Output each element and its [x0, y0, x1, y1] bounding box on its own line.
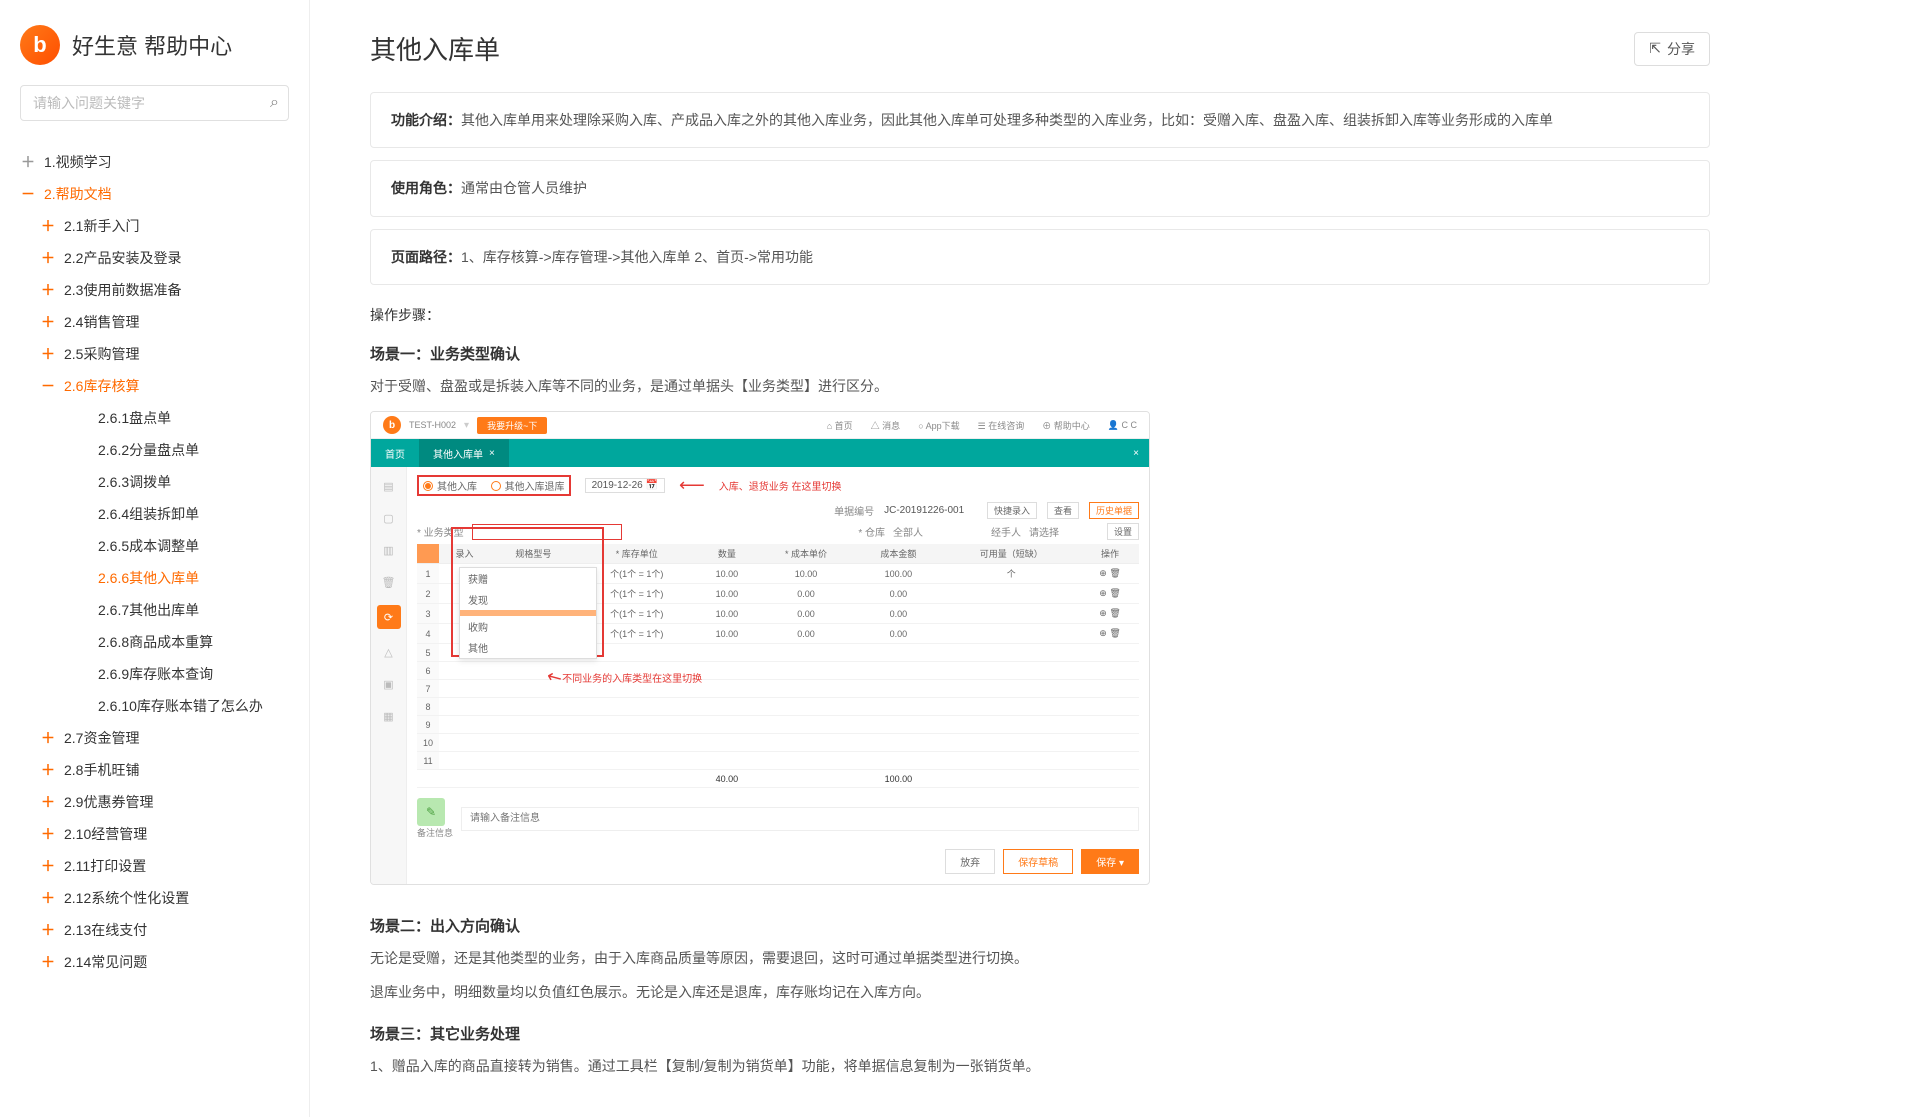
share-button[interactable]: ⇱分享: [1634, 32, 1710, 66]
close-icon[interactable]: ×: [489, 448, 495, 459]
path-box: 页面路径：1、库存核算->库存管理->其他入库单 2、首页->常用功能: [370, 229, 1710, 285]
settings-button[interactable]: 设置: [1107, 523, 1139, 540]
intro-box: 功能介绍：其他入库单用来处理除采购入库、产成品入库之外的其他入库业务，因此其他入…: [370, 92, 1710, 148]
mini-logo-icon: b: [383, 416, 401, 434]
save-draft-button[interactable]: 保存草稿: [1003, 849, 1073, 874]
tab-doc[interactable]: 其他入库单×: [419, 439, 509, 467]
top-alert[interactable]: △ 消息: [871, 419, 901, 432]
logo-icon: b: [20, 25, 60, 65]
nav-2-6-3[interactable]: 2.6.3调拨单: [98, 466, 289, 498]
rail-icon[interactable]: ▥: [380, 541, 398, 559]
scenario-3-p1: 1、赠品入库的商品直接转为销售。通过工具栏【复制/复制为销货单】功能，将单据信息…: [370, 1054, 1710, 1079]
biz-type-dropdown: 获赠 发现 收购 其他: [459, 567, 597, 659]
date-field[interactable]: 2019-12-26 📅: [585, 478, 665, 493]
nav-2-3[interactable]: ＋2.3使用前数据准备: [40, 274, 289, 306]
rail-icon[interactable]: ▣: [380, 675, 398, 693]
steps-label: 操作步骤：: [370, 305, 1710, 325]
hint-2: 不同业务的入库类型在这里切换: [562, 670, 702, 685]
nav-2-6-1[interactable]: 2.6.1盘点单: [98, 402, 289, 434]
rail-icon[interactable]: 🗑: [380, 573, 398, 591]
nav-2-7[interactable]: ＋2.7资金管理: [40, 722, 289, 754]
nav-2-6-7[interactable]: 2.6.7其他出库单: [98, 594, 289, 626]
dropdown-option[interactable]: 收购: [460, 616, 596, 637]
nav-2-6-8[interactable]: 2.6.8商品成本重算: [98, 626, 289, 658]
rail-icon[interactable]: ▢: [380, 509, 398, 527]
memo-icon: ✎: [417, 798, 445, 826]
tab-close-all[interactable]: ×: [1123, 448, 1149, 459]
scenario-2-p2: 退库业务中，明细数量均以负值红色展示。无论是入库还是退库，库存账均记在入库方向。: [370, 980, 1710, 1005]
nav-2-6-10[interactable]: 2.6.10库存账本错了怎么办: [98, 690, 289, 722]
scenario-1-text: 对于受赠、盘盈或是拆装入库等不同的业务，是通过单据头【业务类型】进行区分。: [370, 374, 1710, 399]
view-button[interactable]: 查看: [1047, 502, 1079, 519]
screenshot-1: b TEST-H002 ▾ 我要升级~下 ⌂ 首页 △ 消息 ○ App下载 ☰…: [370, 411, 1150, 885]
tab-home[interactable]: 首页: [371, 439, 419, 467]
brand-title: 好生意 帮助中心: [72, 29, 232, 61]
rail-icon[interactable]: ⟳: [377, 605, 401, 629]
nav-2-5[interactable]: ＋2.5采购管理: [40, 338, 289, 370]
page-title: 其他入库单: [370, 30, 500, 67]
biz-type-select[interactable]: [472, 524, 622, 540]
nav-2-14[interactable]: ＋2.14常见问题: [40, 946, 289, 978]
fast-entry-button[interactable]: 快捷录入: [987, 502, 1037, 519]
shot-env: TEST-H002: [409, 420, 456, 430]
search-input[interactable]: [20, 85, 289, 121]
nav-tree: ＋1.视频学习 －2.帮助文档 ＋2.1新手入门 ＋2.2产品安装及登录 ＋2.…: [20, 146, 289, 978]
rail-icon[interactable]: △: [380, 643, 398, 661]
dropdown-option[interactable]: 发现: [460, 589, 596, 610]
top-app[interactable]: ○ App下载: [918, 419, 959, 432]
avatar[interactable]: 👤 C C: [1108, 420, 1137, 431]
share-icon: ⇱: [1649, 40, 1661, 57]
top-help[interactable]: ⊕ 帮助中心: [1042, 419, 1090, 432]
dropdown-option[interactable]: 获赠: [460, 568, 596, 589]
scenario-3-heading: 场景三：其它业务处理: [370, 1023, 1710, 1044]
sidebar: b 好生意 帮助中心 ⌕ ＋1.视频学习 －2.帮助文档 ＋2.1新手入门 ＋2…: [0, 0, 310, 1117]
search-icon[interactable]: ⌕: [270, 94, 279, 112]
nav-2-6[interactable]: －2.6库存核算: [40, 370, 289, 402]
nav-2-6-2[interactable]: 2.6.2分量盘点单: [98, 434, 289, 466]
memo-input[interactable]: [461, 807, 1139, 831]
scenario-1-heading: 场景一：业务类型确认: [370, 343, 1710, 364]
save-button[interactable]: 保存 ▾: [1081, 849, 1139, 874]
nav-2-6-4[interactable]: 2.6.4组装拆卸单: [98, 498, 289, 530]
nav-2-8[interactable]: ＋2.8手机旺铺: [40, 754, 289, 786]
nav-video[interactable]: ＋1.视频学习: [20, 146, 289, 178]
nav-help-docs[interactable]: －2.帮助文档: [20, 178, 289, 210]
nav-2-12[interactable]: ＋2.12系统个性化设置: [40, 882, 289, 914]
nav-2-9[interactable]: ＋2.9优惠券管理: [40, 786, 289, 818]
discard-button[interactable]: 放弃: [945, 849, 995, 874]
nav-2-6-5[interactable]: 2.6.5成本调整单: [98, 530, 289, 562]
rail-icon[interactable]: ▦: [380, 707, 398, 725]
scenario-2-p1: 无论是受赠，还是其他类型的业务，由于入库商品质量等原因，需要退回，这时可通过单据…: [370, 946, 1710, 971]
top-home[interactable]: ⌂ 首页: [827, 419, 853, 432]
brand: b 好生意 帮助中心: [20, 25, 289, 65]
role-box: 使用角色：通常由仓管人员维护: [370, 160, 1710, 216]
nav-2-1[interactable]: ＋2.1新手入门: [40, 210, 289, 242]
upgrade-button[interactable]: 我要升级~下: [477, 417, 547, 434]
nav-2-6-9[interactable]: 2.6.9库存账本查询: [98, 658, 289, 690]
nav-2-2[interactable]: ＋2.2产品安装及登录: [40, 242, 289, 274]
dropdown-option[interactable]: 其他: [460, 637, 596, 658]
history-button[interactable]: 历史单据: [1089, 502, 1139, 519]
nav-2-4[interactable]: ＋2.4销售管理: [40, 306, 289, 338]
nav-2-11[interactable]: ＋2.11打印设置: [40, 850, 289, 882]
nav-2-10[interactable]: ＋2.10经营管理: [40, 818, 289, 850]
content: 其他入库单 ⇱分享 功能介绍：其他入库单用来处理除采购入库、产成品入库之外的其他…: [310, 0, 1770, 1117]
rail-icon[interactable]: ▤: [380, 477, 398, 495]
scenario-2-heading: 场景二：出入方向确认: [370, 915, 1710, 936]
search-box: ⌕: [20, 85, 289, 121]
nav-2-13[interactable]: ＋2.13在线支付: [40, 914, 289, 946]
top-ask[interactable]: ☰ 在线咨询: [978, 419, 1025, 432]
hint-1: 入库、退货业务 在这里切换: [719, 478, 842, 493]
nav-2-6-6[interactable]: 2.6.6其他入库单: [98, 562, 289, 594]
